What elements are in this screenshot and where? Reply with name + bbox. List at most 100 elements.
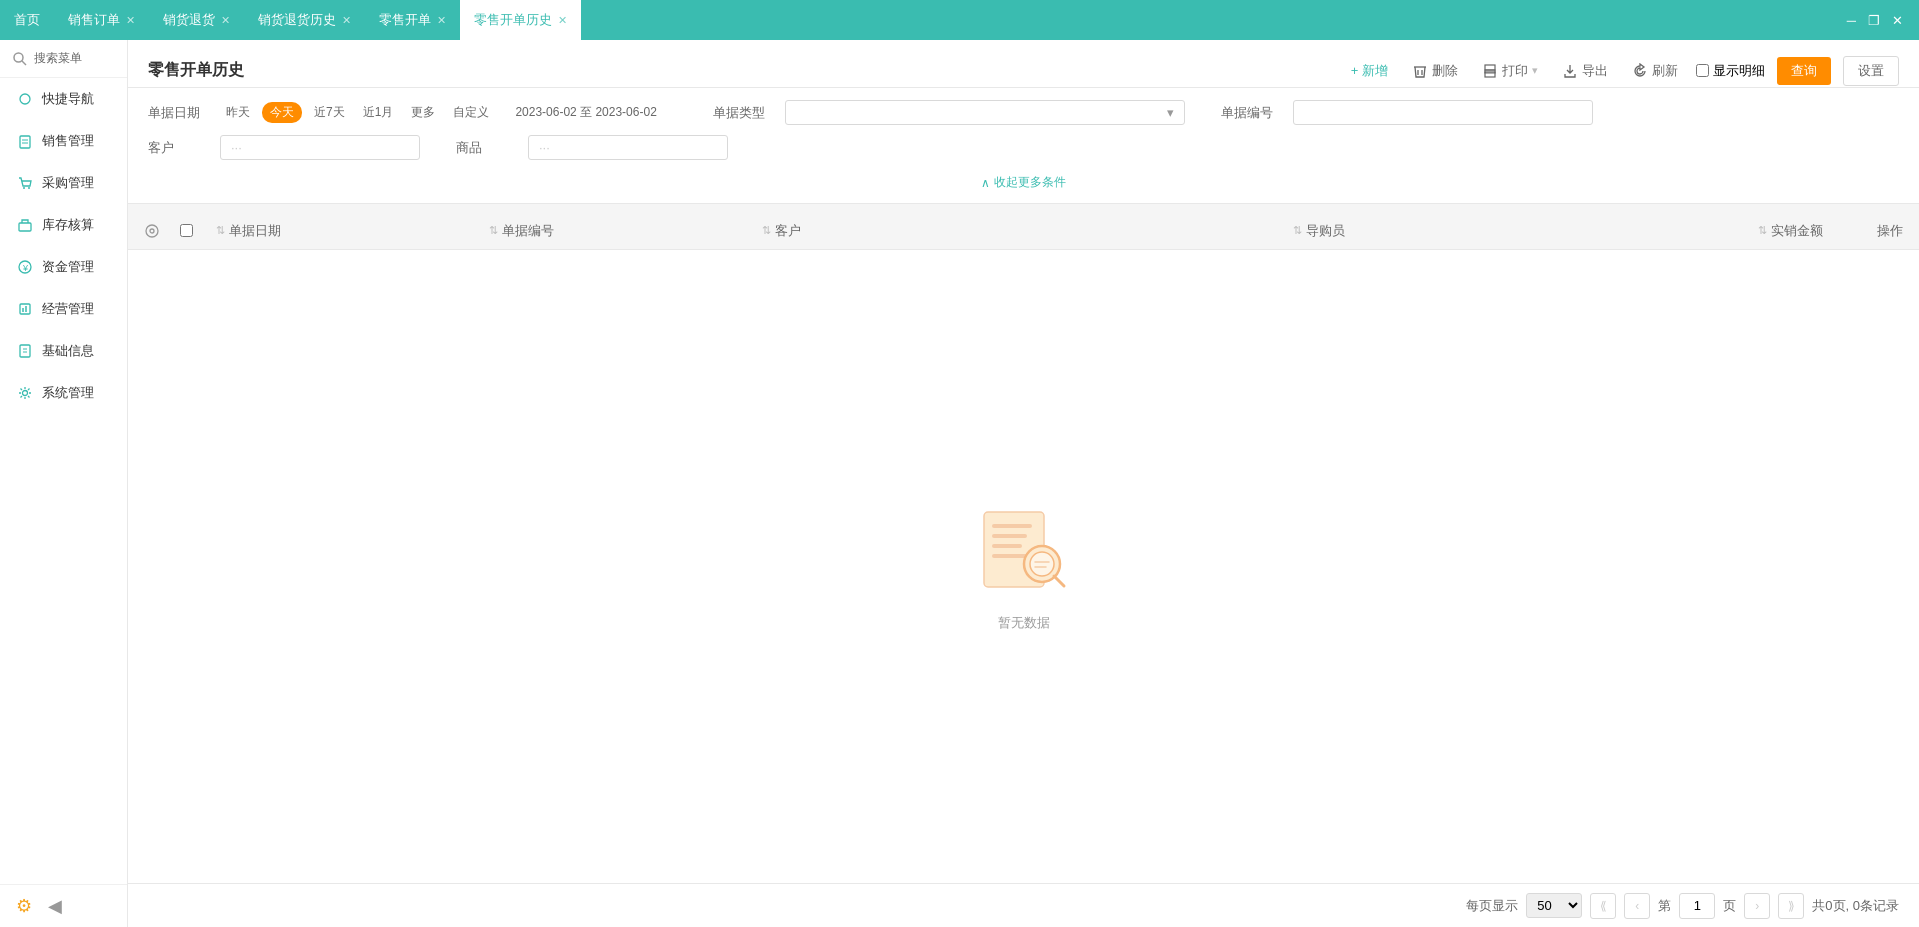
sidebar-item-finance[interactable]: ¥ 资金管理 [0, 246, 127, 288]
display-toggle[interactable]: 显示明细 [1696, 62, 1765, 80]
sidebar-item-system[interactable]: 系统管理 [0, 372, 127, 414]
tab-retail-open-history[interactable]: 零售开单历史✕ [460, 0, 581, 40]
add-button[interactable]: + 新增 [1345, 58, 1394, 84]
sidebar-item-quick-nav[interactable]: 快捷导航 [0, 78, 127, 120]
date-btn-more[interactable]: 更多 [405, 102, 441, 123]
tab-sales-order[interactable]: 销售订单✕ [54, 0, 149, 40]
product-label: 商品 [456, 139, 512, 157]
svg-rect-8 [19, 223, 31, 231]
filter-area: 单据日期 昨天 今天 近7天 近1月 更多 自定义 2023-06-02 至 2… [128, 88, 1919, 204]
th-no[interactable]: ⇅ 单据编号 [481, 222, 754, 240]
tab-retail-open[interactable]: 零售开单✕ [365, 0, 460, 40]
th-customer[interactable]: ⇅ 客户 [754, 222, 1284, 240]
next-page-button[interactable]: › [1744, 893, 1770, 919]
restore-button[interactable]: ❐ [1868, 13, 1880, 28]
date-range-display: 2023-06-02 至 2023-06-02 [515, 104, 656, 121]
page-title: 零售开单历史 [148, 60, 244, 81]
doc-type-label: 单据类型 [713, 104, 769, 122]
svg-rect-3 [20, 136, 30, 148]
svg-point-6 [23, 187, 25, 189]
settings-icon[interactable]: ⚙ [16, 895, 32, 917]
collapse-icon[interactable]: ◀ [48, 895, 62, 917]
date-quick-buttons: 昨天 今天 近7天 近1月 更多 自定义 [220, 102, 495, 123]
table-settings-icon [144, 223, 160, 239]
pagination: 每页显示 50 10 20 100 ⟪ ‹ 第 页 › ⟫ 共0页, 0条记录 [128, 883, 1919, 927]
date-btn-today[interactable]: 今天 [262, 102, 302, 123]
sidebar-item-purchase-mgmt[interactable]: 采购管理 [0, 162, 127, 204]
customer-dots: ··· [231, 140, 242, 155]
product-select[interactable]: ··· [528, 135, 728, 160]
tab-close-sales-return-history[interactable]: ✕ [342, 14, 351, 27]
per-page-select[interactable]: 50 10 20 100 [1526, 893, 1582, 918]
minimize-button[interactable]: ─ [1847, 13, 1856, 28]
th-amount-label: 实销金额 [1771, 222, 1823, 240]
prev-page-button[interactable]: ‹ [1624, 893, 1650, 919]
tab-close-sales-return[interactable]: ✕ [221, 14, 230, 27]
print-icon [1482, 63, 1498, 79]
search-menu-label: 搜索菜单 [34, 50, 82, 67]
svg-text:¥: ¥ [22, 263, 29, 273]
sort-icon-customer: ⇅ [762, 224, 771, 237]
purchase-icon [16, 174, 34, 192]
tab-label-sales-return-history: 销货退货历史 [258, 11, 336, 29]
display-checkbox[interactable] [1696, 64, 1709, 77]
sidebar-label-purchase-mgmt: 采购管理 [42, 174, 94, 192]
filter-row-2: 客户 ··· 商品 ··· [148, 135, 1899, 160]
th-guide[interactable]: ⇅ 导购员 [1285, 222, 1558, 240]
tab-bar: 首页销售订单✕销货退货✕销货退货历史✕零售开单✕零售开单历史✕ [0, 0, 1847, 40]
th-checkbox[interactable] [172, 224, 208, 237]
settings-button[interactable]: 设置 [1843, 56, 1899, 86]
sidebar-menu: 快捷导航 销售管理 采购管理 库存核算 ¥ 资金管理 经营管理 [0, 78, 127, 884]
finance-icon: ¥ [16, 258, 34, 276]
first-page-button[interactable]: ⟪ [1590, 893, 1616, 919]
table-area: ⇅ 单据日期 ⇅ 单据编号 ⇅ 客户 ⇅ 导购员 ⇅ 实销金额 [128, 212, 1919, 927]
page-input[interactable] [1679, 893, 1715, 919]
select-all-checkbox[interactable] [180, 224, 193, 237]
customer-select[interactable]: ··· [220, 135, 420, 160]
doc-no-input[interactable] [1293, 100, 1593, 125]
empty-text: 暂无数据 [998, 614, 1050, 632]
svg-point-23 [146, 225, 158, 237]
close-button[interactable]: ✕ [1892, 13, 1903, 28]
th-date[interactable]: ⇅ 单据日期 [208, 222, 481, 240]
tab-close-retail-open[interactable]: ✕ [437, 14, 446, 27]
date-btn-1month[interactable]: 近1月 [357, 102, 400, 123]
table-header: ⇅ 单据日期 ⇅ 单据编号 ⇅ 客户 ⇅ 导购员 ⇅ 实销金额 [128, 212, 1919, 250]
svg-rect-27 [992, 534, 1027, 538]
sidebar-label-quick-nav: 快捷导航 [42, 90, 94, 108]
sidebar-item-operations[interactable]: 经营管理 [0, 288, 127, 330]
sidebar-search[interactable]: 搜索菜单 [0, 40, 127, 78]
export-button[interactable]: 导出 [1556, 58, 1614, 84]
chevron-down-icon: ▾ [1167, 105, 1174, 120]
svg-point-17 [23, 391, 28, 396]
query-button[interactable]: 查询 [1777, 57, 1831, 85]
date-btn-yesterday[interactable]: 昨天 [220, 102, 256, 123]
table-body: 暂无数据 [128, 250, 1919, 883]
date-btn-custom[interactable]: 自定义 [447, 102, 495, 123]
th-amount[interactable]: ⇅ 实销金额 [1558, 222, 1831, 240]
last-page-button[interactable]: ⟫ [1778, 893, 1804, 919]
sidebar-label-operations: 经营管理 [42, 300, 94, 318]
tab-sales-return[interactable]: 销货退货✕ [149, 0, 244, 40]
tab-sales-return-history[interactable]: 销货退货历史 ✕ [244, 0, 365, 40]
doc-type-select[interactable]: ▾ [785, 100, 1185, 125]
print-button[interactable]: 打印 ▾ [1476, 58, 1544, 84]
sort-icon-guide: ⇅ [1293, 224, 1302, 237]
sidebar-item-inventory[interactable]: 库存核算 [0, 204, 127, 246]
refresh-button[interactable]: 刷新 [1626, 58, 1684, 84]
svg-point-0 [14, 53, 23, 62]
delete-button[interactable]: 删除 [1406, 58, 1464, 84]
sidebar-bottom: ⚙ ◀ [0, 884, 127, 927]
th-settings[interactable] [136, 223, 172, 239]
date-btn-7days[interactable]: 近7天 [308, 102, 351, 123]
sidebar-item-basic-info[interactable]: 基础信息 [0, 330, 127, 372]
collapse-button[interactable]: ∧ 收起更多条件 [981, 174, 1066, 191]
sort-icon-left: ⇅ [216, 224, 225, 237]
tab-home[interactable]: 首页 [0, 0, 54, 40]
sort-icon-no: ⇅ [489, 224, 498, 237]
svg-rect-21 [1485, 65, 1495, 70]
svg-rect-14 [20, 345, 30, 357]
sidebar-item-sales-mgmt[interactable]: 销售管理 [0, 120, 127, 162]
tab-close-retail-open-history[interactable]: ✕ [558, 14, 567, 27]
tab-close-sales-order[interactable]: ✕ [126, 14, 135, 27]
